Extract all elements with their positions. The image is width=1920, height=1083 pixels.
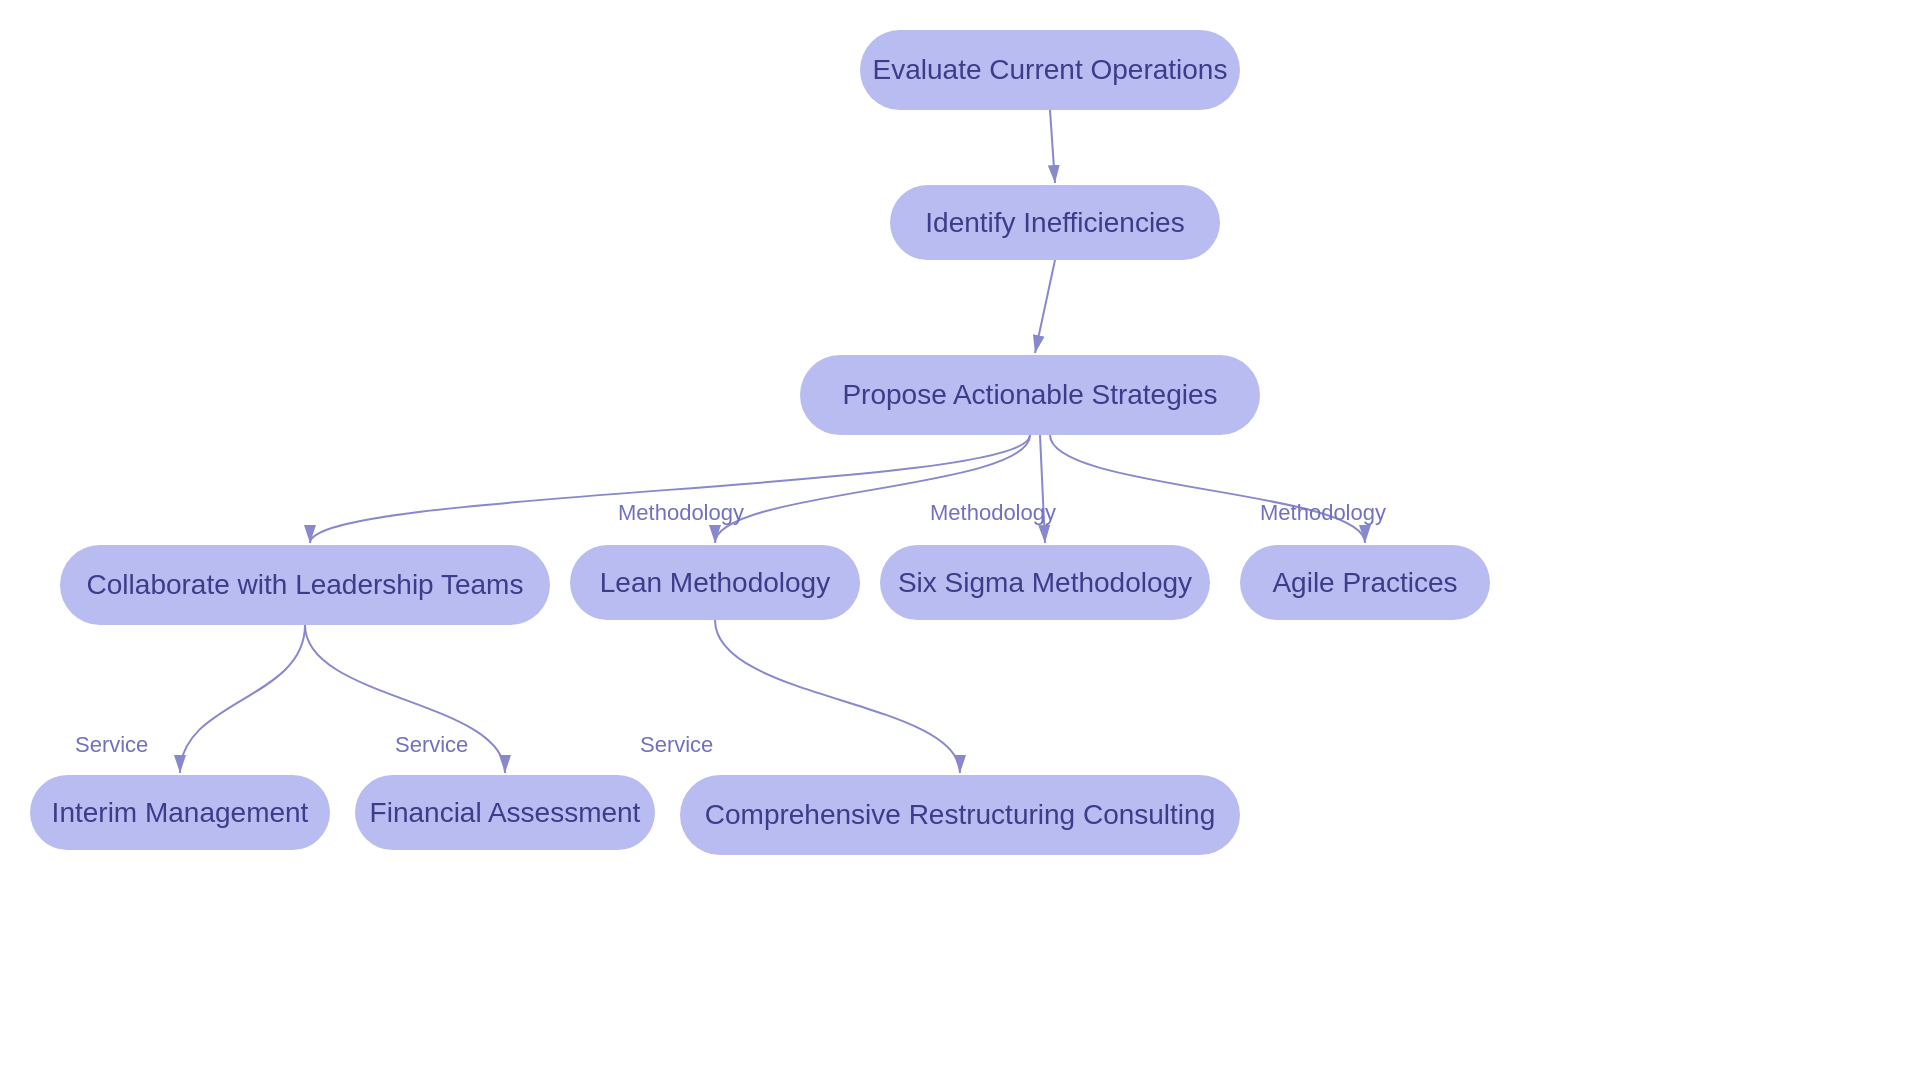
node-collaborate: Collaborate with Leadership Teams (60, 545, 550, 625)
diagram-container: Evaluate Current Operations Identify Ine… (0, 0, 1920, 1083)
svg-line-2 (1040, 435, 1045, 543)
edge-label-interim: Service (75, 732, 148, 758)
svg-line-1 (1035, 260, 1055, 353)
edge-label-comprehensive: Service (640, 732, 713, 758)
node-identify: Identify Inefficiencies (890, 185, 1220, 260)
edge-label-agile: Methodology (1260, 500, 1386, 526)
connections-svg (0, 0, 1920, 1083)
node-lean: Lean Methodology (570, 545, 860, 620)
edge-label-sixsigma: Methodology (930, 500, 1056, 526)
node-comprehensive: Comprehensive Restructuring Consulting (680, 775, 1240, 855)
svg-line-0 (1050, 110, 1055, 183)
node-financial: Financial Assessment (355, 775, 655, 850)
node-evaluate: Evaluate Current Operations (860, 30, 1240, 110)
node-interim: Interim Management (30, 775, 330, 850)
node-propose: Propose Actionable Strategies (800, 355, 1260, 435)
edge-label-lean: Methodology (618, 500, 744, 526)
node-agile: Agile Practices (1240, 545, 1490, 620)
edge-label-financial: Service (395, 732, 468, 758)
node-sixsigma: Six Sigma Methodology (880, 545, 1210, 620)
